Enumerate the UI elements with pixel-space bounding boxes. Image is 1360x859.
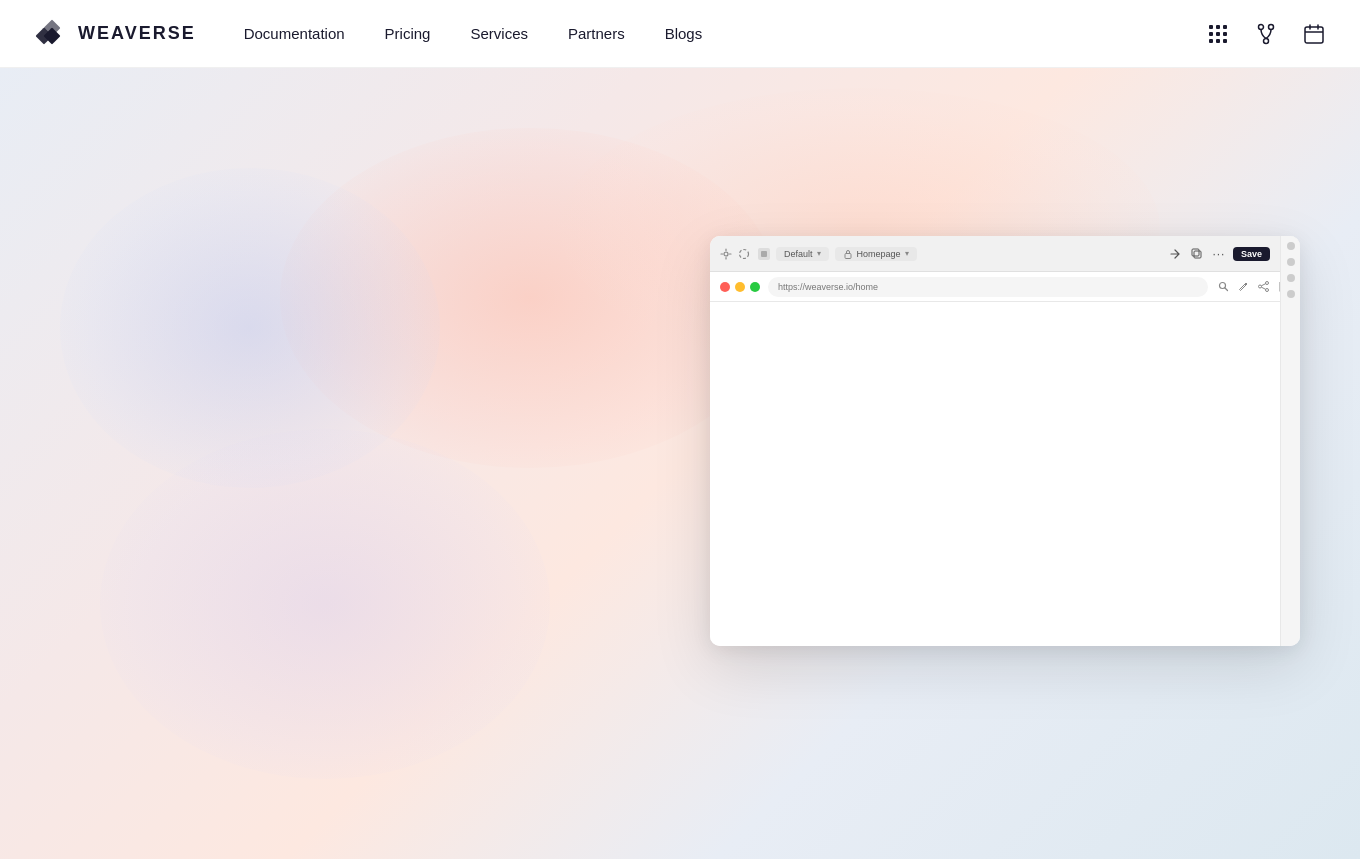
browser-addressbar-row: https://weaverse.io/home — [710, 272, 1300, 302]
svg-rect-20 — [1192, 249, 1199, 256]
address-bar[interactable]: https://weaverse.io/home — [768, 277, 1208, 297]
navbar-left: WEAVERSE Documentation Pricing Services … — [32, 16, 702, 52]
browser-tabs: Default ▾ Homepage ▾ — [758, 247, 1159, 261]
grid-icon[interactable] — [1204, 20, 1232, 48]
sidebar-indicator-1 — [1287, 242, 1295, 250]
svg-rect-15 — [1305, 27, 1323, 43]
nav-documentation[interactable]: Documentation — [244, 25, 345, 42]
address-text: https://weaverse.io/home — [778, 282, 878, 292]
address-bar-icons — [1216, 280, 1290, 294]
svg-rect-8 — [1223, 32, 1227, 36]
browser-content — [710, 302, 1280, 646]
svg-rect-18 — [845, 253, 851, 258]
homepage-tab-label: Homepage — [857, 249, 901, 259]
weaverse-logo-icon — [32, 16, 68, 52]
svg-rect-9 — [1209, 39, 1213, 43]
browser-settings-icon — [720, 248, 732, 260]
navbar-right — [1204, 20, 1328, 48]
blob-lavender — [100, 429, 550, 779]
toolbar-left-icons — [720, 248, 750, 260]
svg-point-22 — [1258, 285, 1261, 288]
svg-rect-5 — [1223, 25, 1227, 29]
browser-toolbar: Default ▾ Homepage ▾ — [710, 236, 1300, 272]
default-tab-label: Default — [784, 249, 813, 259]
navbar: WEAVERSE Documentation Pricing Services … — [0, 0, 1360, 68]
toolbar-arrow-icon[interactable] — [1167, 246, 1183, 262]
logo-area[interactable]: WEAVERSE — [32, 16, 196, 52]
svg-rect-11 — [1223, 39, 1227, 43]
sidebar-indicator-3 — [1287, 274, 1295, 282]
svg-rect-3 — [1209, 25, 1213, 29]
nav-blogs[interactable]: Blogs — [665, 25, 703, 42]
close-button[interactable] — [720, 282, 730, 292]
nav-partners[interactable]: Partners — [568, 25, 625, 42]
svg-rect-7 — [1216, 32, 1220, 36]
svg-point-12 — [1259, 24, 1264, 29]
svg-point-17 — [740, 249, 749, 258]
nav-links: Documentation Pricing Services Partners … — [244, 25, 703, 42]
tab-icon — [758, 248, 770, 260]
toolbar-dots-icon[interactable]: ··· — [1211, 246, 1227, 262]
toolbar-right-icons: ··· Save ⋮ — [1167, 246, 1290, 262]
browser-mockup: Default ▾ Homepage ▾ — [710, 236, 1300, 646]
search-icon[interactable] — [1216, 280, 1230, 294]
svg-rect-10 — [1216, 39, 1220, 43]
svg-point-24 — [1265, 289, 1268, 292]
default-tab[interactable]: Default ▾ — [776, 247, 829, 261]
svg-rect-4 — [1216, 25, 1220, 29]
nav-pricing[interactable]: Pricing — [385, 25, 431, 42]
maximize-button[interactable] — [750, 282, 760, 292]
minimize-button[interactable] — [735, 282, 745, 292]
sidebar-indicator-2 — [1287, 258, 1295, 266]
calendar-icon[interactable] — [1300, 20, 1328, 48]
homepage-tab[interactable]: Homepage ▾ — [835, 247, 917, 261]
hero-background: Default ▾ Homepage ▾ — [0, 68, 1360, 859]
svg-rect-6 — [1209, 32, 1213, 36]
fork-icon[interactable] — [1252, 20, 1280, 48]
browser-sidebar-panel — [1280, 236, 1300, 646]
svg-point-13 — [1269, 24, 1274, 29]
edit-icon[interactable] — [1236, 280, 1250, 294]
logo-text: WEAVERSE — [78, 23, 196, 44]
svg-rect-19 — [1194, 251, 1201, 258]
save-button[interactable]: Save — [1233, 247, 1270, 261]
traffic-lights — [720, 282, 760, 292]
lock-icon — [843, 249, 853, 259]
share-icon[interactable] — [1256, 280, 1270, 294]
svg-point-23 — [1265, 282, 1268, 285]
toolbar-copy-icon[interactable] — [1189, 246, 1205, 262]
sidebar-indicator-4 — [1287, 290, 1295, 298]
svg-point-14 — [1264, 38, 1269, 43]
nav-services[interactable]: Services — [470, 25, 528, 42]
svg-point-16 — [724, 252, 728, 256]
browser-reload-icon — [738, 248, 750, 260]
